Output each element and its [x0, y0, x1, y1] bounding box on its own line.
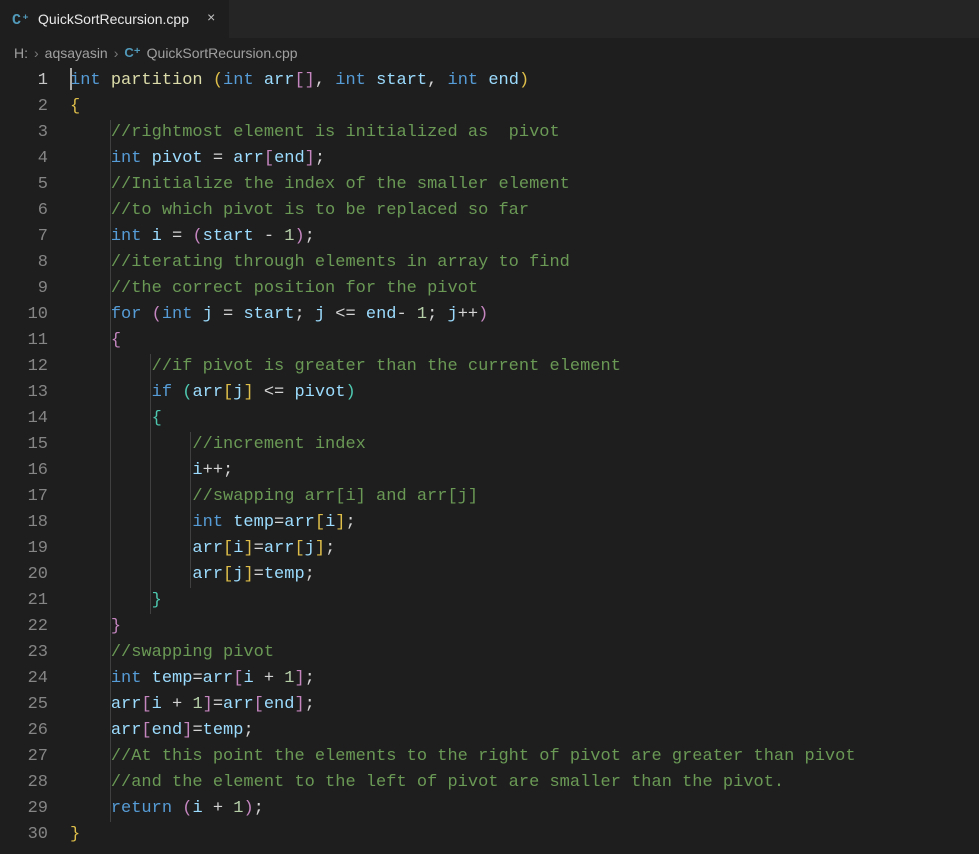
text-cursor	[70, 68, 72, 90]
code-line[interactable]: return (i + 1);	[70, 796, 979, 822]
editor: 1234567891011121314151617181920212223242…	[0, 68, 979, 854]
code-line[interactable]: //and the element to the left of pivot a…	[70, 770, 979, 796]
code-line[interactable]: //increment index	[70, 432, 979, 458]
code-line[interactable]: for (int j = start; j <= end- 1; j++)	[70, 302, 979, 328]
line-number: 10	[0, 302, 48, 328]
line-number: 3	[0, 120, 48, 146]
close-icon[interactable]: ×	[207, 11, 215, 27]
code-line[interactable]: int partition (int arr[], int start, int…	[70, 68, 979, 94]
line-number: 6	[0, 198, 48, 224]
code-line[interactable]: //iterating through elements in array to…	[70, 250, 979, 276]
line-number: 24	[0, 666, 48, 692]
code-line[interactable]: //the correct position for the pivot	[70, 276, 979, 302]
breadcrumb-segment-drive[interactable]: H:	[14, 45, 28, 61]
line-number: 16	[0, 458, 48, 484]
line-number: 26	[0, 718, 48, 744]
code-line[interactable]: //if pivot is greater than the current e…	[70, 354, 979, 380]
line-number: 1	[0, 68, 48, 94]
line-number-gutter: 1234567891011121314151617181920212223242…	[0, 68, 70, 854]
line-number: 25	[0, 692, 48, 718]
line-number: 22	[0, 614, 48, 640]
code-line[interactable]: }	[70, 614, 979, 640]
line-number: 11	[0, 328, 48, 354]
line-number: 5	[0, 172, 48, 198]
code-line[interactable]: {	[70, 94, 979, 120]
cpp-file-icon: C⁺	[12, 10, 30, 29]
code-line[interactable]: i++;	[70, 458, 979, 484]
tab-quicksort[interactable]: C⁺ QuickSortRecursion.cpp ×	[0, 0, 230, 38]
code-line[interactable]: //Initialize the index of the smaller el…	[70, 172, 979, 198]
code-line[interactable]: int temp=arr[i];	[70, 510, 979, 536]
line-number: 20	[0, 562, 48, 588]
chevron-right-icon: ›	[34, 45, 39, 61]
tab-bar: C⁺ QuickSortRecursion.cpp ×	[0, 0, 979, 38]
line-number: 13	[0, 380, 48, 406]
line-number: 4	[0, 146, 48, 172]
code-line[interactable]: arr[end]=temp;	[70, 718, 979, 744]
code-line[interactable]: }	[70, 588, 979, 614]
code-line[interactable]: //At this point the elements to the righ…	[70, 744, 979, 770]
chevron-right-icon: ›	[114, 45, 119, 61]
code-line[interactable]: //to which pivot is to be replaced so fa…	[70, 198, 979, 224]
code-line[interactable]: int pivot = arr[end];	[70, 146, 979, 172]
line-number: 2	[0, 94, 48, 120]
code-line[interactable]: {	[70, 328, 979, 354]
line-number: 9	[0, 276, 48, 302]
code-line[interactable]: //swapping pivot	[70, 640, 979, 666]
cpp-file-icon: C⁺	[124, 45, 140, 61]
code-line[interactable]: int i = (start - 1);	[70, 224, 979, 250]
line-number: 27	[0, 744, 48, 770]
code-line[interactable]: if (arr[j] <= pivot)	[70, 380, 979, 406]
line-number: 23	[0, 640, 48, 666]
code-line[interactable]: //swapping arr[i] and arr[j]	[70, 484, 979, 510]
breadcrumb-segment-folder[interactable]: aqsayasin	[45, 45, 108, 61]
line-number: 7	[0, 224, 48, 250]
line-number: 29	[0, 796, 48, 822]
code-line[interactable]: int temp=arr[i + 1];	[70, 666, 979, 692]
line-number: 17	[0, 484, 48, 510]
line-number: 19	[0, 536, 48, 562]
line-number: 30	[0, 822, 48, 848]
line-number: 21	[0, 588, 48, 614]
line-number: 12	[0, 354, 48, 380]
line-number: 14	[0, 406, 48, 432]
code-line[interactable]: }	[70, 822, 979, 848]
line-number: 28	[0, 770, 48, 796]
line-number: 15	[0, 432, 48, 458]
breadcrumb-segment-file[interactable]: QuickSortRecursion.cpp	[147, 45, 298, 61]
code-area[interactable]: int partition (int arr[], int start, int…	[70, 68, 979, 854]
code-line[interactable]: arr[j]=temp;	[70, 562, 979, 588]
code-line[interactable]: arr[i + 1]=arr[end];	[70, 692, 979, 718]
line-number: 18	[0, 510, 48, 536]
line-number: 8	[0, 250, 48, 276]
code-line[interactable]: //rightmost element is initialized as pi…	[70, 120, 979, 146]
tab-label: QuickSortRecursion.cpp	[38, 11, 189, 27]
code-line[interactable]: {	[70, 406, 979, 432]
code-line[interactable]: arr[i]=arr[j];	[70, 536, 979, 562]
breadcrumb[interactable]: H: › aqsayasin › C⁺ QuickSortRecursion.c…	[0, 38, 979, 68]
